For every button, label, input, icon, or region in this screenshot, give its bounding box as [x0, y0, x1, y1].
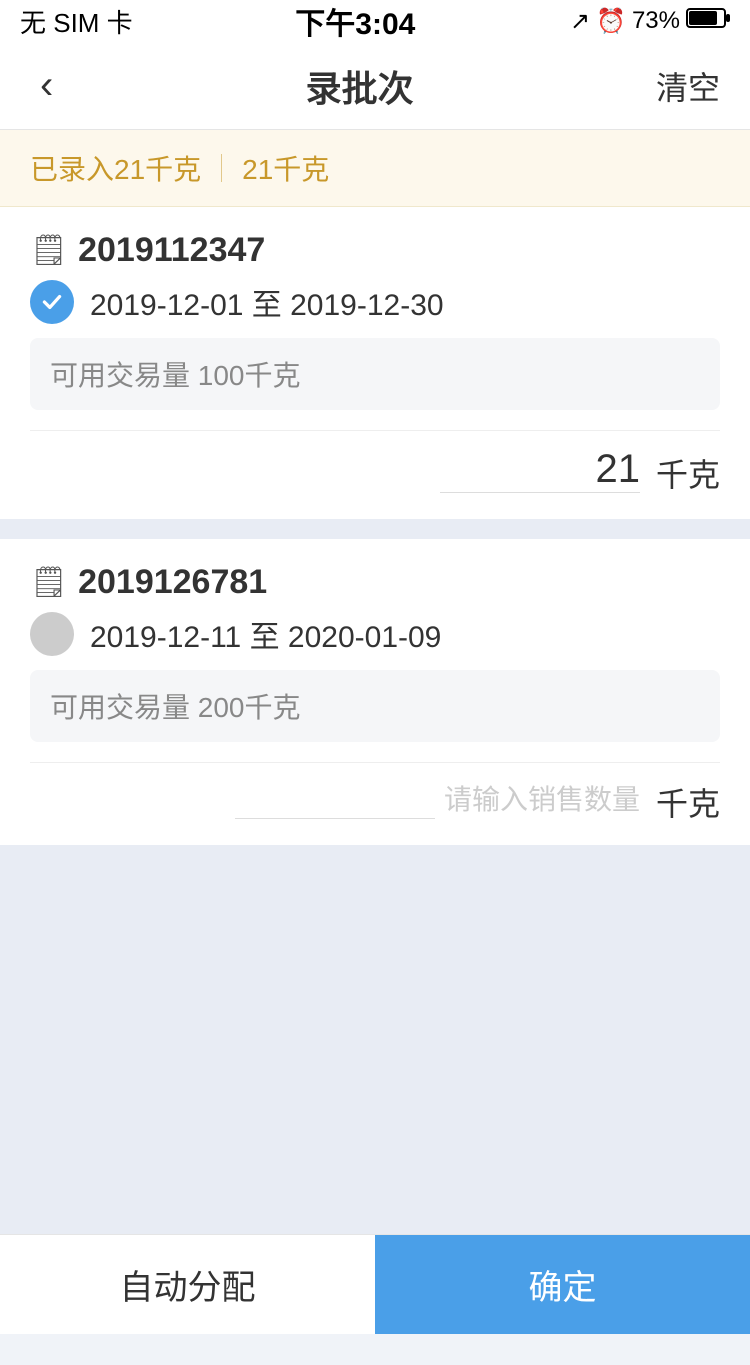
status-left: 无 SIM 卡 — [20, 3, 141, 40]
batch-doc-icon-2: 🗒 — [30, 565, 68, 600]
summary-divider — [221, 154, 222, 182]
batch-unit-1: 千克 — [656, 450, 720, 496]
input-divider-1 — [440, 492, 640, 493]
summary-value: 21千克 — [242, 148, 329, 188]
batch-doc-icon-1: 🗒 — [30, 233, 68, 268]
batch-header-2: 🗒 2019126781 — [30, 563, 720, 602]
nav-bar: ‹ 录批次 清空 — [0, 42, 750, 130]
batch-header-1: 🗒 2019112347 — [30, 231, 720, 270]
summary-label: 已录入21千克 — [30, 148, 201, 188]
bottom-bar: 自动分配 确定 — [0, 1234, 750, 1334]
batch-availability-2: 可用交易量 200千克 — [30, 670, 720, 742]
status-right: ↗ ⏰ 73% — [570, 7, 730, 36]
batch-input-row-1: 21 千克 — [30, 430, 720, 519]
batch-date-2: 2019-12-11 至 2020-01-09 — [90, 612, 441, 656]
batch-input-field-2[interactable] — [197, 779, 640, 818]
batch-item-2: 🗒 2019126781 2019-12-11 至 2020-01-09 可用交… — [0, 539, 750, 845]
section-separator — [0, 519, 750, 539]
batch-date-row-2: 2019-12-11 至 2020-01-09 — [30, 612, 720, 656]
clear-button[interactable]: 清空 — [656, 63, 720, 109]
page-title: 录批次 — [306, 60, 414, 112]
batch-checkbox-2[interactable] — [30, 612, 74, 656]
no-sim-text: 无 SIM 卡 — [20, 3, 133, 40]
batch-availability-1: 可用交易量 100千克 — [30, 338, 720, 410]
status-bar: 无 SIM 卡 下午3:04 ↗ ⏰ 73% — [0, 0, 750, 42]
batch-unit-2: 千克 — [656, 779, 720, 825]
location-icon: ↗ — [570, 7, 590, 36]
battery-text: 73% — [632, 7, 680, 35]
input-divider-2 — [235, 818, 435, 819]
alarm-icon: ⏰ — [596, 7, 626, 36]
batch-input-value-1: 21 — [595, 447, 640, 492]
batch-item-1: 🗒 2019112347 2019-12-01 至 2019-12-30 可用交… — [0, 207, 750, 519]
batch-date-row-1: 2019-12-01 至 2019-12-30 — [30, 280, 720, 324]
batch-id-1: 2019112347 — [78, 231, 265, 270]
summary-bar: 已录入21千克 21千克 — [0, 130, 750, 207]
batch-id-2: 2019126781 — [78, 563, 267, 602]
battery-icon — [686, 7, 730, 36]
auto-distribute-button[interactable]: 自动分配 — [0, 1235, 375, 1334]
batch-date-1: 2019-12-01 至 2019-12-30 — [90, 280, 444, 324]
batch-input-row-2: 千克 — [30, 762, 720, 845]
batch-checkbox-1[interactable] — [30, 280, 74, 324]
back-button[interactable]: ‹ — [30, 53, 63, 118]
status-time: 下午3:04 — [295, 0, 415, 43]
confirm-button[interactable]: 确定 — [375, 1235, 750, 1334]
empty-area — [0, 845, 750, 1265]
